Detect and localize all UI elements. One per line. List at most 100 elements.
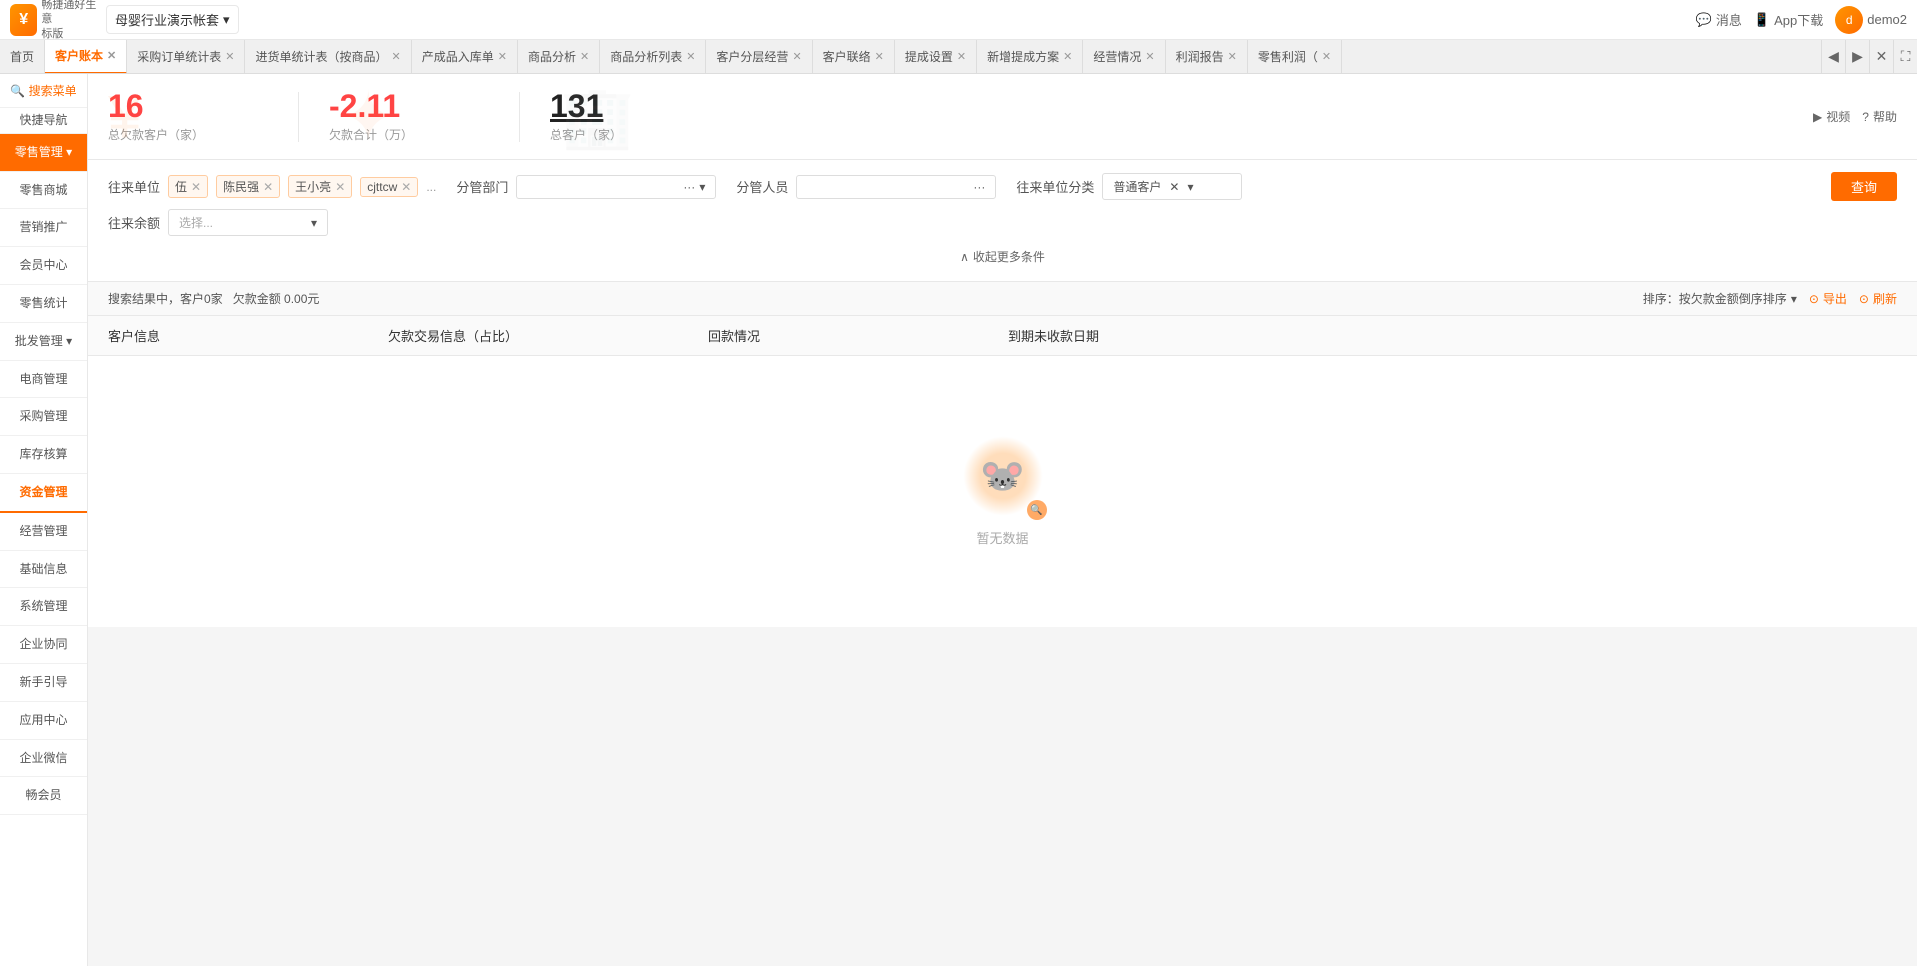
sort-selector[interactable]: 排序：按欠款金额倒序排序 ▾ [1643, 290, 1797, 307]
sidebar-item-enterprise-wechat[interactable]: 企业微信 [0, 740, 87, 778]
tab-customer-account[interactable]: 客户账本 ✕ [45, 40, 127, 74]
empty-illustration: 🐭 🔍 [963, 436, 1043, 516]
sidebar-item-stock[interactable]: 库存核算 [0, 436, 87, 474]
sidebar-item-purchase[interactable]: 采购管理 [0, 398, 87, 436]
tab-home[interactable]: 首页 [0, 40, 45, 74]
sidebar-item-retail-mall[interactable]: 零售商城 [0, 172, 87, 210]
tab-profit-report[interactable]: 利润报告 ✕ [1166, 40, 1248, 74]
remove-tag-chen[interactable]: ✕ [263, 180, 273, 194]
user-profile[interactable]: d demo2 [1835, 6, 1907, 34]
stat-icon-customers: ¥ [108, 83, 141, 150]
tab-next-button[interactable]: ▶ [1845, 40, 1869, 74]
sidebar-item-membership-plus[interactable]: 畅会员 [0, 777, 87, 815]
app-download-button[interactable]: 📱 App下载 [1754, 10, 1823, 29]
sidebar-item-operations[interactable]: 经营管理 [0, 513, 87, 551]
sidebar-item-basic-info[interactable]: 基础信息 [0, 551, 87, 589]
close-tab-icon[interactable]: ✕ [1322, 50, 1331, 63]
close-tab-icon[interactable]: ✕ [498, 50, 507, 63]
logo-icon: ¥ [10, 4, 37, 36]
chevron-icon: ▾ [66, 334, 72, 348]
tab-nav-arrows: ◀ ▶ ✕ ⛶ [1821, 40, 1917, 74]
chevron-down-icon: ▾ [1187, 180, 1193, 194]
sidebar-item-retail-management[interactable]: 零售管理 ▾ [0, 134, 87, 172]
close-tab-icon[interactable]: ✕ [107, 49, 116, 62]
sidebar-item-retail-stats[interactable]: 零售统计 [0, 285, 87, 323]
classify-selector[interactable]: 普通客户 ✕ ▾ [1102, 173, 1242, 200]
chevron-down-icon: ▾ [699, 180, 705, 194]
sidebar-search[interactable]: 🔍 搜索菜单 [0, 74, 87, 108]
sidebar-item-membership[interactable]: 会员中心 [0, 247, 87, 285]
filter-more-tags[interactable]: ... [426, 180, 436, 194]
sidebar-item-ecommerce[interactable]: 电商管理 [0, 361, 87, 399]
table-area: 客户信息 欠款交易信息（占比） 回款情况 到期未收款日期 🐭 🔍 暂无数据 [88, 316, 1917, 627]
refresh-button[interactable]: ⊙ 刷新 [1859, 290, 1897, 307]
close-tab-icon[interactable]: ✕ [1145, 50, 1154, 63]
tab-goods-analysis[interactable]: 商品分析 ✕ [518, 40, 600, 74]
tab-prev-button[interactable]: ◀ [1821, 40, 1845, 74]
workspace-selector[interactable]: 母婴行业演示帐套 ▾ [106, 5, 239, 34]
sidebar-item-quick-nav[interactable]: 快捷导航 [0, 108, 87, 134]
tab-customer-contact[interactable]: 客户联络 ✕ [813, 40, 895, 74]
close-tab-icon[interactable]: ✕ [225, 50, 234, 63]
help-icon: ? [1862, 110, 1869, 124]
filter-tag-wang: 王小亮 ✕ [288, 175, 352, 198]
help-button[interactable]: ? 帮助 [1862, 108, 1897, 125]
remove-tag-cjttcw[interactable]: ✕ [401, 180, 411, 194]
tab-bar: 首页 客户账本 ✕ 采购订单统计表 ✕ 进货单统计表（按商品）✕ 产成品入库单 … [0, 40, 1917, 74]
close-tab-icon[interactable]: ✕ [792, 50, 801, 63]
tab-add-commission[interactable]: 新增提成方案 ✕ [977, 40, 1083, 74]
close-tab-icon[interactable]: ✕ [1228, 50, 1237, 63]
stat-total-debt: ✦ -2.11 欠款合计（万） [329, 90, 489, 143]
close-tab-icon[interactable]: ✕ [686, 50, 695, 63]
close-tab-icon[interactable]: ✕ [957, 50, 966, 63]
person-expand-icon: ··· [973, 180, 985, 194]
remove-tag-wang[interactable]: ✕ [335, 180, 345, 194]
sidebar-item-finance[interactable]: 资金管理 [0, 474, 87, 513]
filter-tag-cjttcw: cjttcw ✕ [360, 177, 418, 197]
sidebar-item-enterprise-collab[interactable]: 企业协同 [0, 626, 87, 664]
chevron-up-icon: ∧ [960, 250, 969, 264]
col-customer-info: 客户信息 [108, 326, 388, 345]
balance-selector[interactable]: 选择... ▾ [168, 209, 328, 236]
tab-operation[interactable]: 经营情况 ✕ [1083, 40, 1165, 74]
sidebar-item-app-center[interactable]: 应用中心 [0, 702, 87, 740]
tab-customer-layer[interactable]: 客户分层经营 ✕ [706, 40, 812, 74]
dept-expand-icon: ··· [683, 180, 695, 194]
sidebar-item-marketing[interactable]: 营销推广 [0, 209, 87, 247]
export-button[interactable]: ⊙ 导出 [1809, 290, 1847, 307]
close-tab-icon[interactable]: ✕ [392, 50, 401, 63]
tab-goods-analysis-list[interactable]: 商品分析列表 ✕ [600, 40, 706, 74]
message-icon: 💬 [1696, 12, 1712, 28]
result-bar: 搜索结果中，客户0家 欠款金额 0.00元 排序：按欠款金额倒序排序 ▾ ⊙ 导… [88, 282, 1917, 316]
tab-fullscreen-button[interactable]: ⛶ [1893, 40, 1917, 74]
tab-goods-in-stats[interactable]: 进货单统计表（按商品）✕ [245, 40, 411, 74]
close-tab-icon[interactable]: ✕ [875, 50, 884, 63]
collapse-filters-button[interactable]: ∧ 收起更多条件 [108, 244, 1897, 269]
filter-tag-chen: 陈民强 ✕ [216, 175, 280, 198]
filter-label-classify: 往来单位分类 [1016, 177, 1094, 196]
tab-purchase-order-stats[interactable]: 采购订单统计表 ✕ [127, 40, 245, 74]
messages-button[interactable]: 💬 消息 [1696, 10, 1742, 29]
sidebar-item-wholesale[interactable]: 批发管理 ▾ [0, 323, 87, 361]
remove-tag-wu[interactable]: ✕ [191, 180, 201, 194]
tab-product-stock[interactable]: 产成品入库单 ✕ [412, 40, 518, 74]
tab-commission-settings[interactable]: 提成设置 ✕ [895, 40, 977, 74]
top-bar: ¥ 畅捷通好生意 标版 母婴行业演示帐套 ▾ 💬 消息 📱 App下载 d de… [0, 0, 1917, 40]
tab-close-all-button[interactable]: ✕ [1869, 40, 1893, 74]
col-repayment: 回款情况 [708, 326, 1008, 345]
person-selector[interactable]: ··· [796, 175, 996, 199]
avatar: d [1835, 6, 1863, 34]
remove-classify[interactable]: ✕ [1169, 180, 1179, 194]
sidebar-item-system[interactable]: 系统管理 [0, 588, 87, 626]
close-tab-icon[interactable]: ✕ [580, 50, 589, 63]
close-tab-icon[interactable]: ✕ [1063, 50, 1072, 63]
sidebar-item-beginner-guide[interactable]: 新手引导 [0, 664, 87, 702]
video-help-button[interactable]: ▶ 视频 [1813, 108, 1850, 125]
dept-selector[interactable]: ··· ▾ [516, 175, 716, 199]
download-icon: 📱 [1754, 12, 1770, 28]
search-button[interactable]: 查询 [1831, 172, 1897, 201]
stats-bar: ¥ 16 总欠款客户（家） ✦ -2.11 欠款合计（万） 🏢 131 [88, 74, 1917, 160]
chevron-down-icon: ▾ [1791, 292, 1797, 306]
filter-label-balance: 往来余额 [108, 213, 160, 232]
tab-retail-profit[interactable]: 零售利润（ ✕ [1248, 40, 1342, 74]
